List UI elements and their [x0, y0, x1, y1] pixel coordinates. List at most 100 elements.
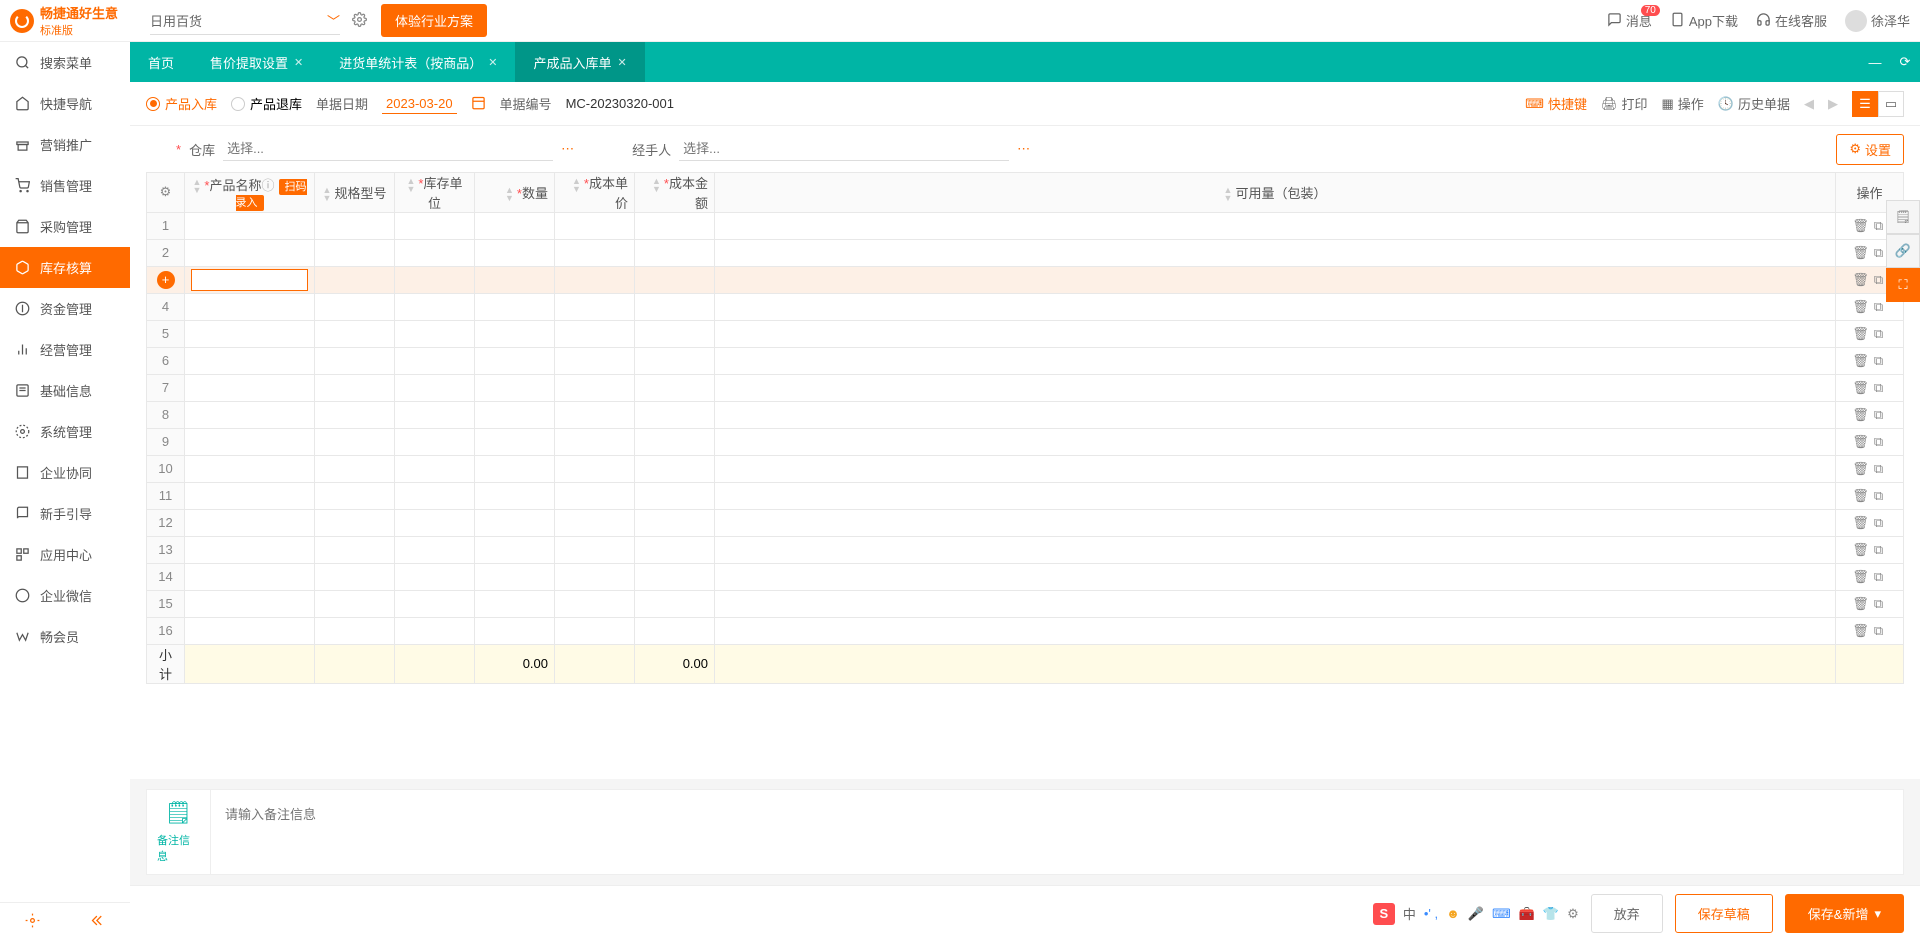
cell-product[interactable] — [185, 482, 315, 509]
cell-available[interactable] — [715, 239, 1836, 266]
tab-home[interactable]: 首页 — [130, 42, 192, 82]
cell-product[interactable] — [185, 590, 315, 617]
cell-spec[interactable] — [315, 563, 395, 590]
cell-available[interactable] — [715, 293, 1836, 320]
cell-amount[interactable] — [635, 482, 715, 509]
cell-price[interactable] — [555, 239, 635, 266]
sidebar-item-inventory[interactable]: 库存核算 — [0, 247, 130, 288]
float-note-icon[interactable]: 🗒 — [1886, 200, 1920, 234]
table-row[interactable]: 6🗑⧉ — [147, 347, 1904, 374]
table-row[interactable]: +🗑⧉ — [147, 266, 1904, 293]
copy-icon[interactable]: ⧉ — [1870, 407, 1888, 423]
cell-available[interactable] — [715, 428, 1836, 455]
cell-price[interactable] — [555, 347, 635, 374]
delete-icon[interactable]: 🗑 — [1852, 569, 1870, 585]
table-row[interactable]: 9🗑⧉ — [147, 428, 1904, 455]
cell-product[interactable] — [185, 347, 315, 374]
sidebar-item-collab[interactable]: 企业协同 — [0, 452, 130, 493]
table-row[interactable]: 5🗑⧉ — [147, 320, 1904, 347]
copy-icon[interactable]: ⧉ — [1870, 353, 1888, 369]
cell-spec[interactable] — [315, 455, 395, 482]
cell-spec[interactable] — [315, 293, 395, 320]
view-list-icon[interactable]: ☰ — [1852, 91, 1878, 117]
cell-price[interactable] — [555, 401, 635, 428]
cell-amount[interactable] — [635, 320, 715, 347]
col-available[interactable]: ▲▼可用量（包装） — [715, 173, 1836, 213]
copy-icon[interactable]: ⧉ — [1870, 569, 1888, 585]
cell-qty[interactable] — [475, 347, 555, 374]
online-service-button[interactable]: 在线客服 — [1756, 11, 1827, 30]
settings-button[interactable]: ⚙设置 — [1836, 134, 1904, 165]
handler-input[interactable] — [679, 137, 1009, 161]
cell-amount[interactable] — [635, 347, 715, 374]
more-icon[interactable]: ⋯ — [1017, 141, 1030, 157]
save-draft-button[interactable]: 保存草稿 — [1675, 894, 1773, 933]
table-row[interactable]: 8🗑⧉ — [147, 401, 1904, 428]
cell-unit[interactable] — [395, 266, 475, 293]
copy-icon[interactable]: ⧉ — [1870, 272, 1888, 288]
cell-amount[interactable] — [635, 374, 715, 401]
cell-qty[interactable] — [475, 455, 555, 482]
cell-amount[interactable] — [635, 212, 715, 239]
tab-refresh-icon[interactable]: ⟳ — [1890, 42, 1920, 82]
cell-spec[interactable] — [315, 320, 395, 347]
ime-keyboard-icon[interactable]: ⌨ — [1492, 906, 1511, 922]
delete-icon[interactable]: 🗑 — [1852, 272, 1870, 288]
delete-icon[interactable]: 🗑 — [1852, 299, 1870, 315]
copy-icon[interactable]: ⧉ — [1870, 488, 1888, 504]
delete-icon[interactable]: 🗑 — [1852, 326, 1870, 342]
warehouse-input[interactable] — [223, 137, 553, 161]
cell-spec[interactable] — [315, 536, 395, 563]
cell-price[interactable] — [555, 428, 635, 455]
copy-icon[interactable]: ⧉ — [1870, 515, 1888, 531]
cell-amount[interactable] — [635, 509, 715, 536]
cell-price[interactable] — [555, 212, 635, 239]
ime-tool-icon[interactable]: 🧰 — [1519, 906, 1535, 922]
remark-input[interactable] — [211, 790, 1903, 874]
cell-product[interactable] — [185, 536, 315, 563]
col-price[interactable]: ▲▼*成本单价 — [555, 173, 635, 213]
ime-person-icon[interactable]: 👕 — [1543, 906, 1559, 922]
delete-icon[interactable]: 🗑 — [1852, 353, 1870, 369]
sidebar-item-system[interactable]: 系统管理 — [0, 411, 130, 452]
cell-available[interactable] — [715, 536, 1836, 563]
copy-icon[interactable]: ⧉ — [1870, 596, 1888, 612]
cell-available[interactable] — [715, 455, 1836, 482]
tab-purchase-report[interactable]: 进货单统计表（按商品）✕ — [321, 42, 515, 82]
col-spec[interactable]: ▲▼规格型号 — [315, 173, 395, 213]
cell-unit[interactable] — [395, 590, 475, 617]
tab-price-settings[interactable]: 售价提取设置✕ — [192, 42, 321, 82]
cell-unit[interactable] — [395, 509, 475, 536]
delete-icon[interactable]: 🗑 — [1852, 380, 1870, 396]
cell-unit[interactable] — [395, 347, 475, 374]
calendar-icon[interactable] — [471, 95, 486, 113]
sidebar-item-sales[interactable]: 销售管理 — [0, 165, 130, 206]
table-row[interactable]: 11🗑⧉ — [147, 482, 1904, 509]
table-row[interactable]: 7🗑⧉ — [147, 374, 1904, 401]
cell-amount[interactable] — [635, 266, 715, 293]
more-icon[interactable]: ⋯ — [561, 141, 574, 157]
cell-product[interactable] — [185, 374, 315, 401]
copy-icon[interactable]: ⧉ — [1870, 218, 1888, 234]
cell-qty[interactable] — [475, 509, 555, 536]
cell-product[interactable] — [185, 509, 315, 536]
cell-price[interactable] — [555, 509, 635, 536]
cell-unit[interactable] — [395, 482, 475, 509]
cell-qty[interactable] — [475, 482, 555, 509]
col-qty[interactable]: ▲▼*数量 — [475, 173, 555, 213]
sidebar-item-purchase[interactable]: 采购管理 — [0, 206, 130, 247]
tab-minimize-icon[interactable]: — — [1860, 42, 1890, 82]
cell-price[interactable] — [555, 455, 635, 482]
cell-available[interactable] — [715, 212, 1836, 239]
sidebar-item-marketing[interactable]: 营销推广 — [0, 124, 130, 165]
cell-amount[interactable] — [635, 455, 715, 482]
cell-price[interactable] — [555, 320, 635, 347]
cell-amount[interactable] — [635, 428, 715, 455]
delete-icon[interactable]: 🗑 — [1852, 542, 1870, 558]
gear-icon[interactable] — [352, 12, 367, 30]
delete-icon[interactable]: 🗑 — [1852, 434, 1870, 450]
prev-icon[interactable]: ◀ — [1804, 96, 1814, 112]
cell-amount[interactable] — [635, 239, 715, 266]
cell-spec[interactable] — [315, 239, 395, 266]
cell-amount[interactable] — [635, 401, 715, 428]
